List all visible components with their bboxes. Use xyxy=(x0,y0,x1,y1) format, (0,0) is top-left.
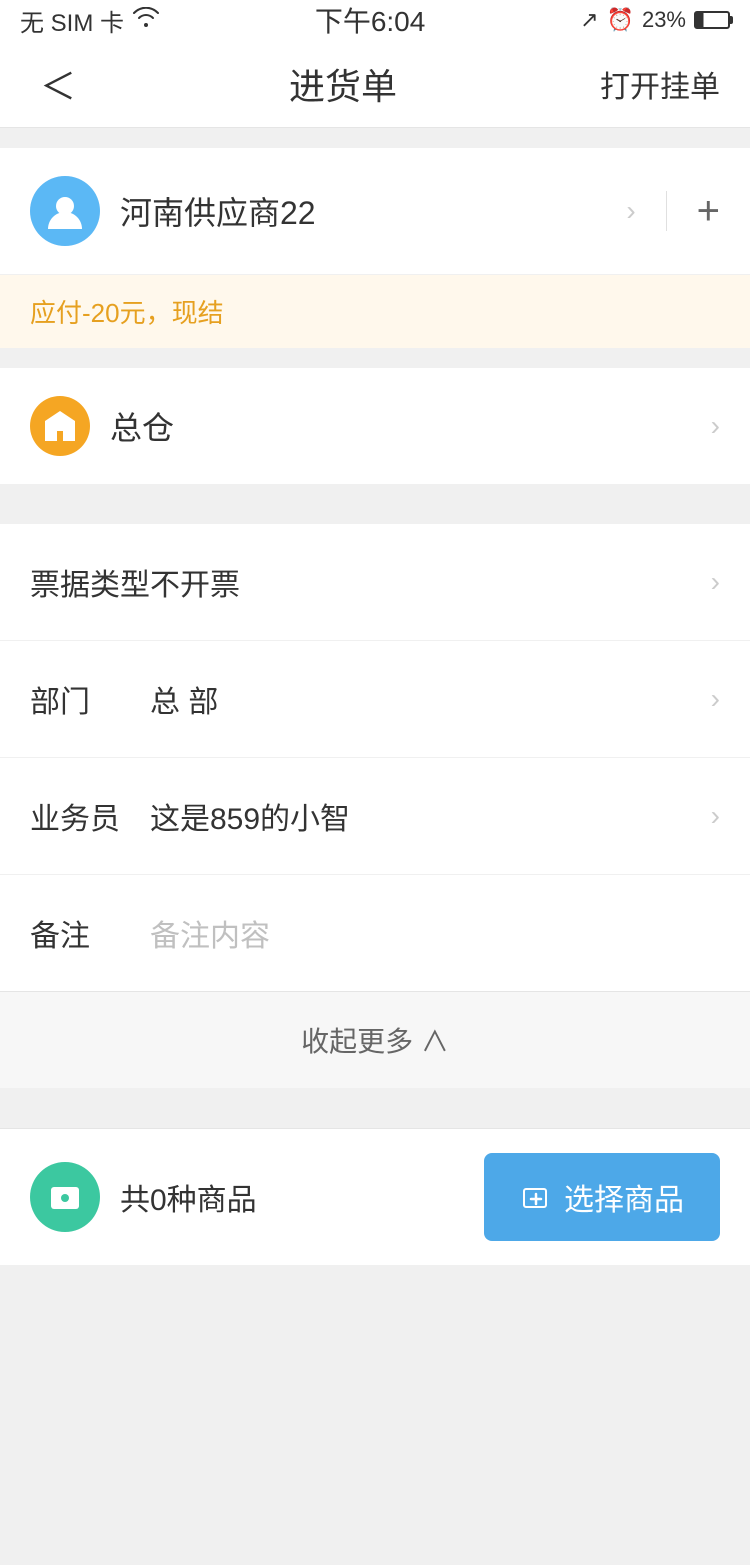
remark-row[interactable]: 备注 备注内容 xyxy=(0,875,750,991)
status-left: 无 SIM 卡 xyxy=(20,3,160,38)
divider-2 xyxy=(0,348,750,368)
warehouse-name: 总仓 xyxy=(110,403,711,449)
battery-icon xyxy=(694,11,730,29)
warehouse-row[interactable]: 总仓 › xyxy=(0,368,750,484)
warehouse-chevron-icon: › xyxy=(711,410,720,442)
supplier-row[interactable]: 河南供应商22 › + xyxy=(0,148,750,275)
invoice-type-label: 票据类型 xyxy=(30,560,150,604)
add-supplier-icon[interactable]: + xyxy=(697,189,720,234)
page-title: 进货单 xyxy=(289,58,397,110)
supplier-name: 河南供应商22 xyxy=(120,188,626,234)
invoice-type-chevron-icon: › xyxy=(711,566,720,598)
salesperson-chevron-icon: › xyxy=(711,800,720,832)
remark-label: 备注 xyxy=(30,911,150,955)
battery-percent: 23% xyxy=(642,7,686,33)
salesperson-label: 业务员 xyxy=(30,794,150,838)
divider-top xyxy=(0,128,750,148)
salesperson-row[interactable]: 业务员 这是859的小智 › xyxy=(0,758,750,875)
invoice-type-row[interactable]: 票据类型 不开票 › xyxy=(0,524,750,641)
bottom-bar: 共0种商品 选择商品 xyxy=(0,1128,750,1265)
supplier-row-right: › + xyxy=(626,189,720,234)
select-product-label: 选择商品 xyxy=(564,1175,684,1219)
page-background xyxy=(0,1265,750,1565)
carrier-text: 无 SIM 卡 xyxy=(20,3,124,38)
supplier-section: 河南供应商22 › + 应付-20元，现结 xyxy=(0,148,750,348)
supplier-chevron-icon: › xyxy=(626,195,635,227)
department-chevron-icon: › xyxy=(711,683,720,715)
form-section: 票据类型 不开票 › 部门 总 部 › 业务员 这是859的小智 › 备注 备注… xyxy=(0,524,750,991)
warehouse-section: 总仓 › xyxy=(0,368,750,484)
department-value: 总 部 xyxy=(150,677,711,721)
wifi-icon xyxy=(132,6,160,34)
divider-3 xyxy=(0,484,750,504)
status-bar: 无 SIM 卡 下午6:04 ↗ ⏰ 23% xyxy=(0,0,750,40)
divider-4 xyxy=(0,1088,750,1108)
status-right: ↗ ⏰ 23% xyxy=(580,7,730,33)
remark-input[interactable]: 备注内容 xyxy=(150,911,720,955)
department-label: 部门 xyxy=(30,677,150,721)
vertical-divider xyxy=(666,191,667,231)
alarm-icon: ⏰ xyxy=(607,7,634,33)
select-product-button[interactable]: 选择商品 xyxy=(484,1153,720,1241)
product-count: 共0种商品 xyxy=(120,1175,484,1219)
product-icon xyxy=(30,1162,100,1232)
invoice-type-value: 不开票 xyxy=(150,560,711,604)
salesperson-value: 这是859的小智 xyxy=(150,794,711,838)
status-time: 下午6:04 xyxy=(315,0,426,40)
nav-bar: ＜ 进货单 打开挂单 xyxy=(0,40,750,128)
supplier-avatar xyxy=(30,176,100,246)
alert-banner: 应付-20元，现结 xyxy=(0,275,750,348)
open-pending-button[interactable]: 打开挂单 xyxy=(600,62,720,106)
location-icon: ↗ xyxy=(580,7,598,33)
collapse-button[interactable]: 收起更多 ∧ xyxy=(0,991,750,1088)
department-row[interactable]: 部门 总 部 › xyxy=(0,641,750,758)
warehouse-icon xyxy=(30,396,90,456)
back-button[interactable]: ＜ xyxy=(30,48,86,120)
